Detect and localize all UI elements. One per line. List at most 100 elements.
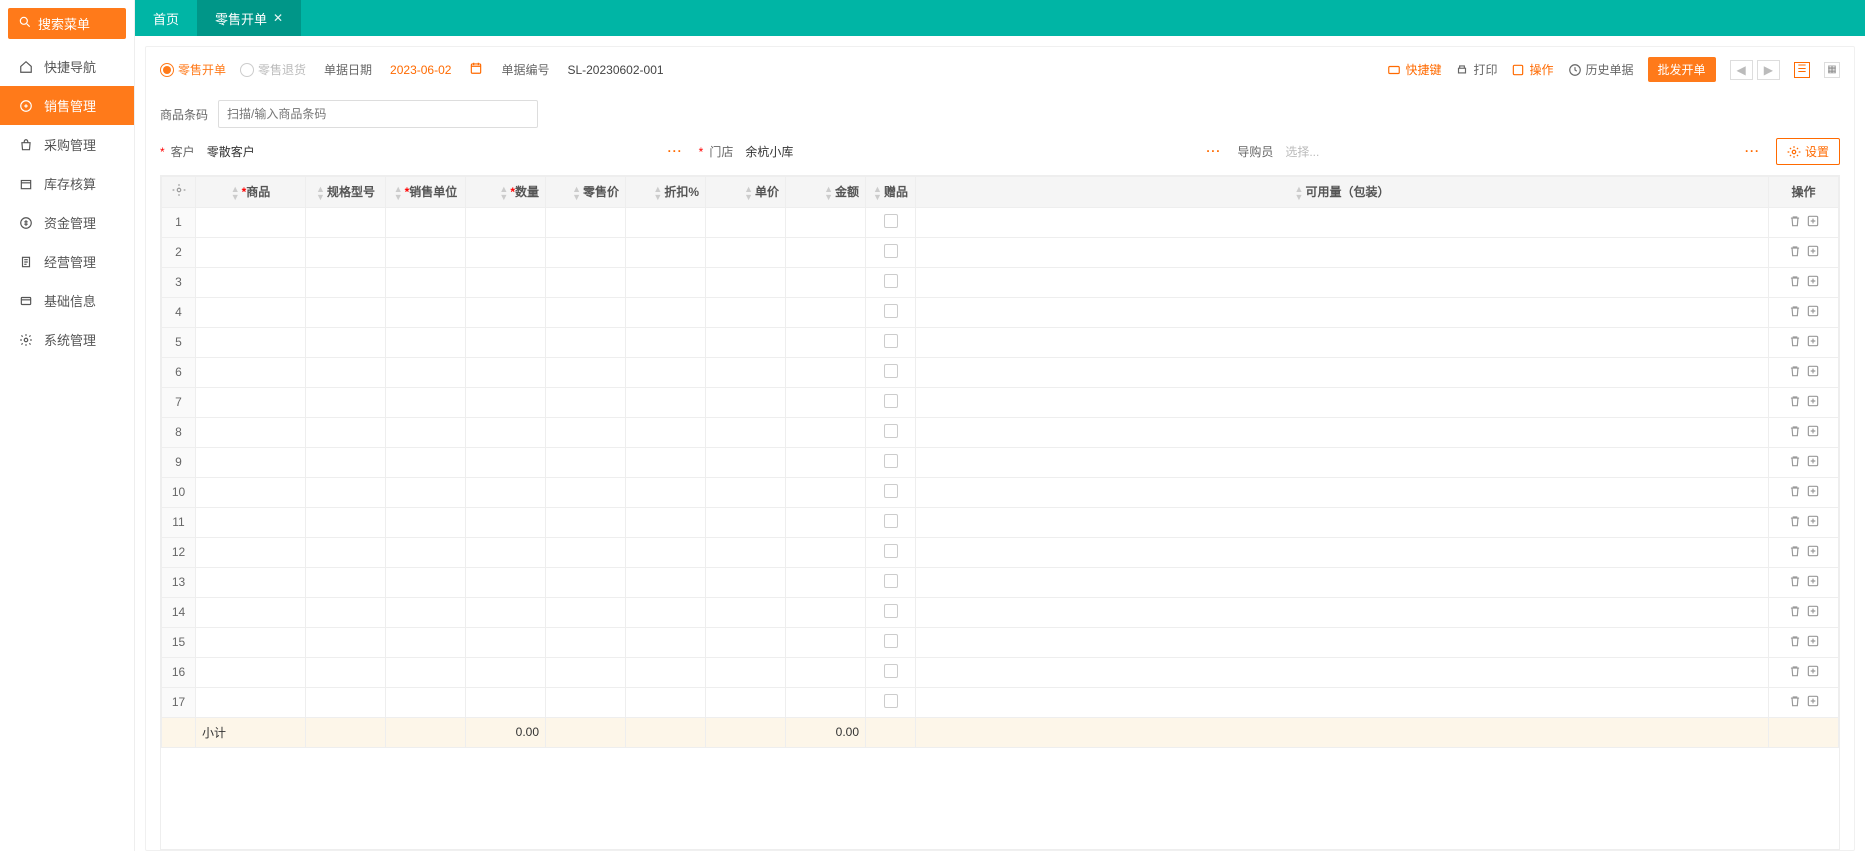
cell-spec[interactable] — [306, 627, 386, 657]
sidebar-item-finance[interactable]: 资金管理 — [0, 203, 134, 242]
cell-amount[interactable] — [786, 687, 866, 717]
cell-amount[interactable] — [786, 417, 866, 447]
cell-retail-price[interactable] — [546, 537, 626, 567]
cell-discount[interactable] — [626, 507, 706, 537]
add-row-icon[interactable] — [1806, 574, 1820, 588]
cell-product[interactable] — [196, 687, 306, 717]
sidebar-item-inventory[interactable]: 库存核算 — [0, 164, 134, 203]
col-product[interactable]: ▲▼*商品 — [196, 177, 306, 208]
delete-row-icon[interactable] — [1788, 484, 1802, 498]
table-row[interactable]: 5 — [162, 327, 1839, 357]
cell-spec[interactable] — [306, 327, 386, 357]
delete-row-icon[interactable] — [1788, 424, 1802, 438]
cell-gift[interactable] — [866, 687, 916, 717]
add-row-icon[interactable] — [1806, 214, 1820, 228]
sidebar-item-sales[interactable]: 销售管理 — [0, 86, 134, 125]
delete-row-icon[interactable] — [1788, 274, 1802, 288]
sidebar-item-basic[interactable]: 基础信息 — [0, 281, 134, 320]
cell-unit-price[interactable] — [706, 297, 786, 327]
cell-discount[interactable] — [626, 657, 706, 687]
table-row[interactable]: 8 — [162, 417, 1839, 447]
cell-spec[interactable] — [306, 597, 386, 627]
cell-gift[interactable] — [866, 507, 916, 537]
cell-unit[interactable] — [386, 597, 466, 627]
cell-retail-price[interactable] — [546, 207, 626, 237]
cell-product[interactable] — [196, 447, 306, 477]
cell-retail-price[interactable] — [546, 597, 626, 627]
cell-spec[interactable] — [306, 567, 386, 597]
sidebar-item-business[interactable]: 经营管理 — [0, 242, 134, 281]
table-row[interactable]: 6 — [162, 357, 1839, 387]
history-link[interactable]: 历史单据 — [1568, 61, 1634, 78]
cell-amount[interactable] — [786, 207, 866, 237]
add-row-icon[interactable] — [1806, 544, 1820, 558]
add-row-icon[interactable] — [1806, 364, 1820, 378]
cell-retail-price[interactable] — [546, 237, 626, 267]
cell-product[interactable] — [196, 537, 306, 567]
table-row[interactable]: 14 — [162, 597, 1839, 627]
cell-gift[interactable] — [866, 237, 916, 267]
cell-product[interactable] — [196, 237, 306, 267]
cell-qty[interactable] — [466, 597, 546, 627]
table-row[interactable]: 1 — [162, 207, 1839, 237]
cell-gift[interactable] — [866, 657, 916, 687]
table-row[interactable]: 13 — [162, 567, 1839, 597]
cell-spec[interactable] — [306, 447, 386, 477]
cell-qty[interactable] — [466, 537, 546, 567]
gift-checkbox[interactable] — [884, 454, 898, 468]
table-row[interactable]: 4 — [162, 297, 1839, 327]
gift-checkbox[interactable] — [884, 544, 898, 558]
cell-gift[interactable] — [866, 297, 916, 327]
gift-checkbox[interactable] — [884, 334, 898, 348]
add-row-icon[interactable] — [1806, 394, 1820, 408]
cell-amount[interactable] — [786, 627, 866, 657]
cell-spec[interactable] — [306, 687, 386, 717]
cell-unit-price[interactable] — [706, 657, 786, 687]
cell-spec[interactable] — [306, 357, 386, 387]
cell-gift[interactable] — [866, 447, 916, 477]
cell-discount[interactable] — [626, 417, 706, 447]
cell-qty[interactable] — [466, 477, 546, 507]
cell-amount[interactable] — [786, 237, 866, 267]
grid-view-icon[interactable]: ▦ — [1824, 62, 1840, 78]
table-row[interactable]: 7 — [162, 387, 1839, 417]
cell-gift[interactable] — [866, 477, 916, 507]
cell-amount[interactable] — [786, 537, 866, 567]
cell-spec[interactable] — [306, 477, 386, 507]
cell-retail-price[interactable] — [546, 627, 626, 657]
table-row[interactable]: 10 — [162, 477, 1839, 507]
delete-row-icon[interactable] — [1788, 544, 1802, 558]
cell-product[interactable] — [196, 387, 306, 417]
cell-amount[interactable] — [786, 597, 866, 627]
add-row-icon[interactable] — [1806, 604, 1820, 618]
gift-checkbox[interactable] — [884, 274, 898, 288]
cell-retail-price[interactable] — [546, 387, 626, 417]
add-row-icon[interactable] — [1806, 304, 1820, 318]
cell-unit[interactable] — [386, 267, 466, 297]
batch-order-button[interactable]: 批发开单 — [1648, 57, 1716, 82]
print-link[interactable]: 打印 — [1455, 61, 1497, 78]
cell-product[interactable] — [196, 477, 306, 507]
cell-product[interactable] — [196, 357, 306, 387]
cell-qty[interactable] — [466, 627, 546, 657]
cell-discount[interactable] — [626, 207, 706, 237]
delete-row-icon[interactable] — [1788, 514, 1802, 528]
table-row[interactable]: 15 — [162, 627, 1839, 657]
add-row-icon[interactable] — [1806, 334, 1820, 348]
cell-qty[interactable] — [466, 387, 546, 417]
guide-picker[interactable]: 选择... ··· — [1279, 139, 1766, 165]
cell-discount[interactable] — [626, 567, 706, 597]
cell-product[interactable] — [196, 297, 306, 327]
search-menu-button[interactable]: 搜索菜单 — [8, 8, 126, 39]
cell-amount[interactable] — [786, 297, 866, 327]
cell-gift[interactable] — [866, 387, 916, 417]
col-spec[interactable]: ▲▼规格型号 — [306, 177, 386, 208]
delete-row-icon[interactable] — [1788, 304, 1802, 318]
cell-spec[interactable] — [306, 507, 386, 537]
barcode-input[interactable] — [218, 100, 538, 128]
cell-product[interactable] — [196, 657, 306, 687]
cell-discount[interactable] — [626, 387, 706, 417]
cell-unit[interactable] — [386, 627, 466, 657]
sidebar-item-quicknav[interactable]: 快捷导航 — [0, 47, 134, 86]
cell-unit-price[interactable] — [706, 207, 786, 237]
